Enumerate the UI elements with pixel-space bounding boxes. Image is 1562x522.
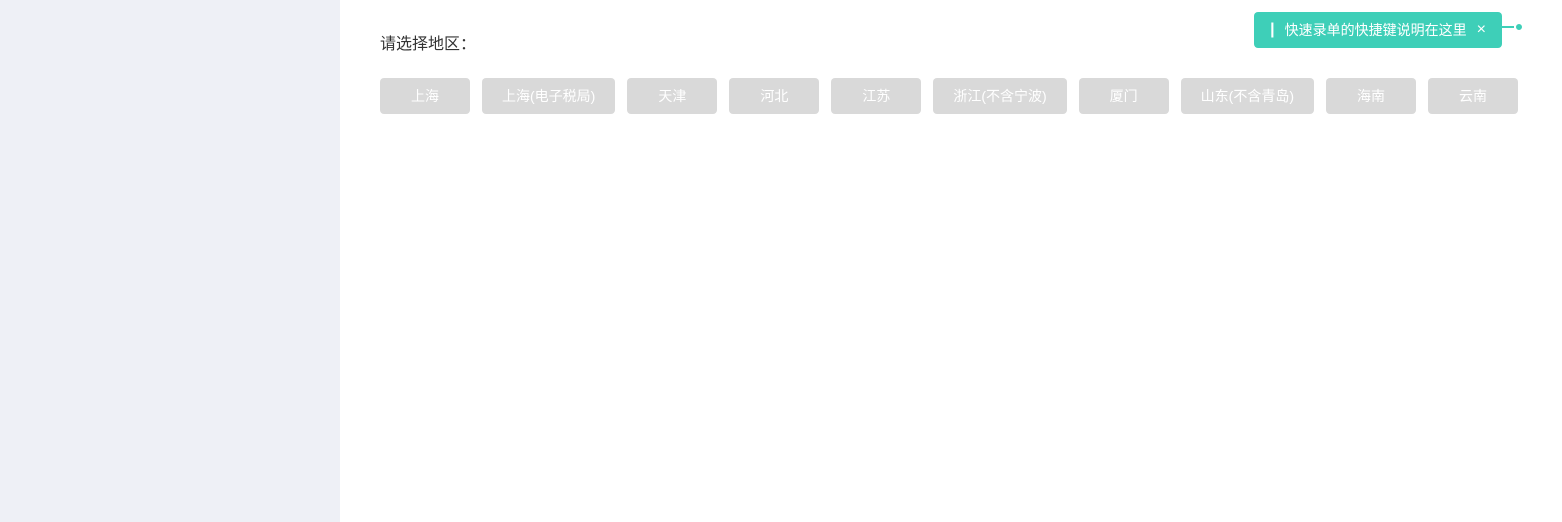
region-button-tianjin[interactable]: 天津 <box>627 78 717 114</box>
main-content: 请选择地区： 上海上海(电子税局)天津河北江苏浙江(不含宁波)厦门山东(不含青岛… <box>340 0 1562 522</box>
tooltip-connector-line <box>1499 26 1514 28</box>
region-buttons-container: 上海上海(电子税局) 天津河北江苏浙江(不含宁波) 厦门山东(不含青岛) 海南云南 <box>380 78 1522 114</box>
region-button-shanghai-etax[interactable]: 上海(电子税局) <box>482 78 615 114</box>
region-button-shandong[interactable]: 山东(不含青岛) <box>1181 78 1314 114</box>
tooltip-banner: 快速录单的快捷键说明在这里 × <box>1254 12 1502 48</box>
left-sidebar <box>0 0 340 522</box>
region-button-zhejiang[interactable]: 浙江(不含宁波) <box>933 78 1066 114</box>
region-button-xiamen[interactable]: 厦门 <box>1079 78 1169 114</box>
region-button-yunnan[interactable]: 云南 <box>1428 78 1518 114</box>
region-button-hebei[interactable]: 河北 <box>729 78 819 114</box>
tooltip-connector-dot <box>1514 22 1524 32</box>
region-button-hainan[interactable]: 海南 <box>1326 78 1416 114</box>
region-button-shanghai[interactable]: 上海 <box>380 78 470 114</box>
tooltip-text: 快速录单的快捷键说明在这里 <box>1285 20 1467 40</box>
tooltip-close-button[interactable]: × <box>1477 22 1486 38</box>
region-button-jiangsu[interactable]: 江苏 <box>831 78 921 114</box>
